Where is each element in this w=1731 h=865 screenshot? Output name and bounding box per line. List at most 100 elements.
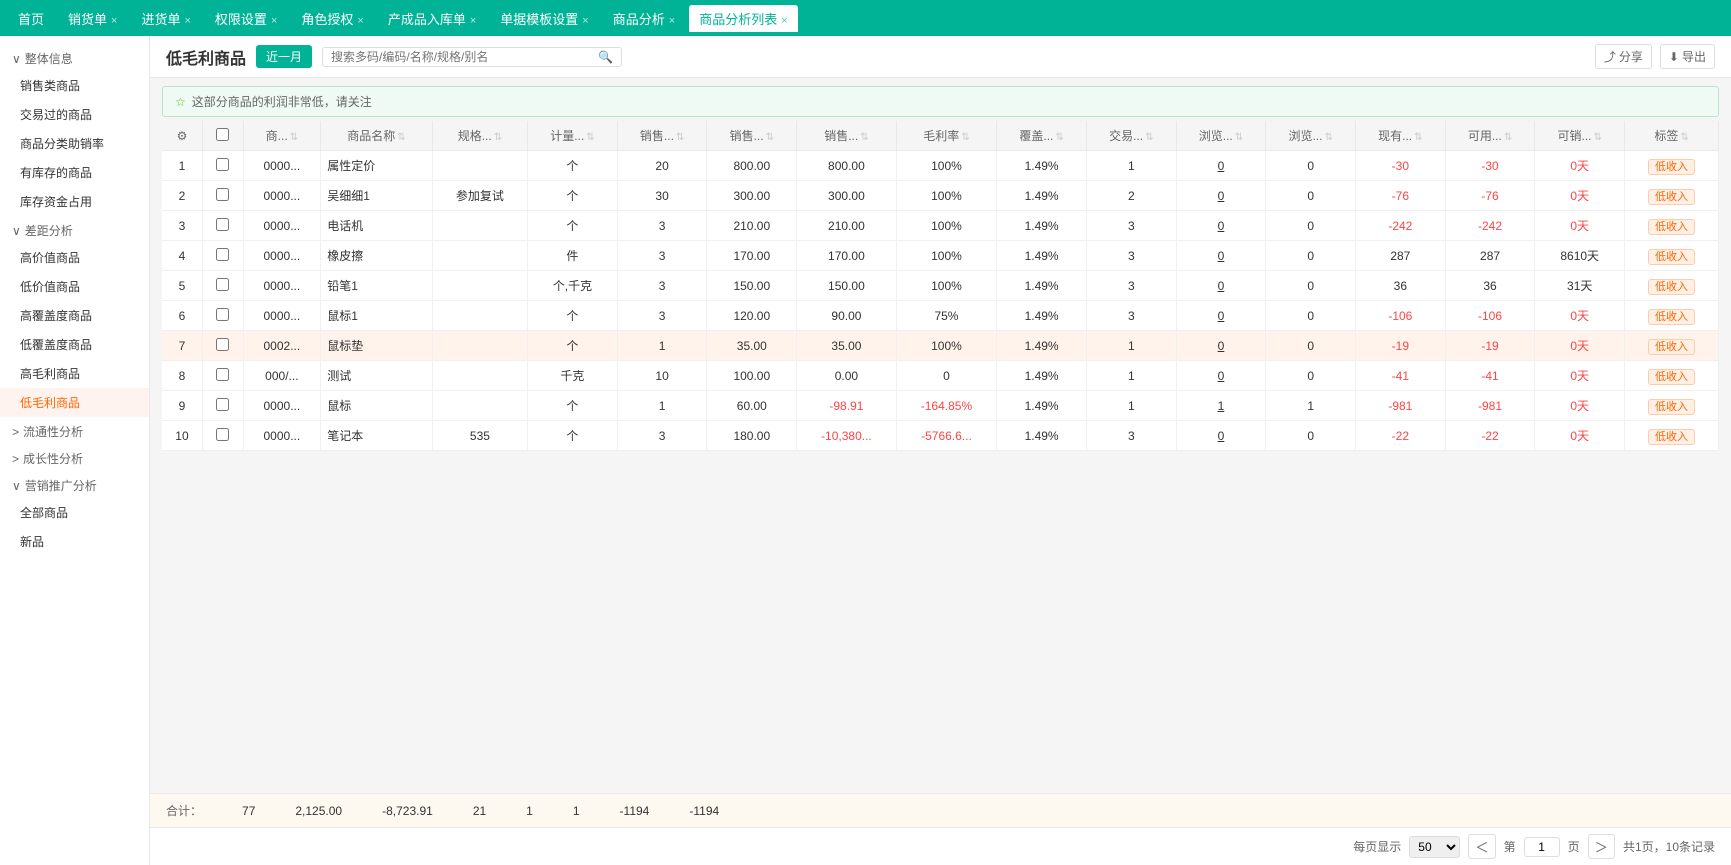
nav-close-icon[interactable]: ×	[582, 15, 588, 27]
footer-values: 77 2,125.00 -8,723.91 21 1 1 -1194 -1194	[242, 804, 719, 818]
sidebar-item-商品分类助销率[interactable]: 商品分类助销率	[0, 129, 149, 158]
tag-badge: 低收入	[1648, 369, 1695, 385]
col-header-view1[interactable]: 浏览...⇅	[1176, 121, 1266, 151]
row-unit: 个	[528, 391, 618, 421]
sidebar-item-高覆盖度商品[interactable]: 高覆盖度商品	[0, 301, 149, 330]
sidebar-group-差距分析[interactable]: ∨ 差距分析	[0, 216, 149, 243]
export-btn[interactable]: ⬇ 导出	[1660, 44, 1715, 69]
sidebar-item-交易过的商品[interactable]: 交易过的商品	[0, 100, 149, 129]
nav-close-icon[interactable]: ×	[271, 15, 277, 27]
sidebar-group-流通性分析[interactable]: > 流通性分析	[0, 417, 149, 444]
col-header-gross_margin[interactable]: 毛利率⇅	[896, 121, 997, 151]
row-code: 0000...	[243, 151, 321, 181]
col-header-current_stock[interactable]: 现有...⇅	[1356, 121, 1446, 151]
row-current-stock: -106	[1356, 301, 1446, 331]
col-header-coverage[interactable]: 覆盖...⇅	[997, 121, 1087, 151]
row-name: 铅笔1	[321, 271, 433, 301]
row-checkbox[interactable]	[216, 308, 229, 321]
share-btn[interactable]: ⤴ 分享	[1595, 44, 1652, 69]
row-checkbox[interactable]	[216, 188, 229, 201]
row-checkbox-cell	[202, 271, 243, 301]
sidebar-group-整体信息[interactable]: ∨ 整体信息	[0, 44, 149, 71]
col-header-name[interactable]: 商品名称⇅	[321, 121, 433, 151]
col-header-settings[interactable]: ⚙	[162, 121, 202, 151]
sidebar-item-高毛利商品[interactable]: 高毛利商品	[0, 359, 149, 388]
col-header-unit[interactable]: 计量...⇅	[528, 121, 618, 151]
search-icon[interactable]: 🔍	[598, 50, 613, 64]
col-header-tag[interactable]: 标签⇅	[1625, 121, 1719, 151]
col-header-checkbox[interactable]	[202, 121, 243, 151]
nav-close-icon[interactable]: ×	[470, 15, 476, 27]
row-checkbox[interactable]	[216, 248, 229, 261]
nav-item-单据模板设置[interactable]: 单据模板设置×	[490, 5, 598, 32]
row-checkbox[interactable]	[216, 158, 229, 171]
view1-link[interactable]: 0	[1218, 189, 1225, 203]
nav-item-商品分析列表[interactable]: 商品分析列表×	[689, 5, 797, 32]
col-header-sale_qty[interactable]: 销售...⇅	[617, 121, 707, 151]
select-all-checkbox[interactable]	[216, 128, 229, 141]
nav-close-icon[interactable]: ×	[357, 15, 363, 27]
sidebar-item-全部商品[interactable]: 全部商品	[0, 498, 149, 527]
nav-close-icon[interactable]: ×	[184, 15, 190, 27]
row-checkbox[interactable]	[216, 428, 229, 441]
col-header-code[interactable]: 商...⇅	[243, 121, 321, 151]
nav-close-icon[interactable]: ×	[781, 15, 787, 27]
table-container[interactable]: ⚙商...⇅商品名称⇅规格...⇅计量...⇅销售...⇅销售...⇅销售...…	[150, 121, 1731, 793]
col-header-trade_count[interactable]: 交易...⇅	[1086, 121, 1176, 151]
row-coverage: 1.49%	[997, 271, 1087, 301]
sidebar-item-销售类商品[interactable]: 销售类商品	[0, 71, 149, 100]
view1-link[interactable]: 1	[1218, 399, 1225, 413]
sidebar-item-低价值商品[interactable]: 低价值商品	[0, 272, 149, 301]
view1-link[interactable]: 0	[1218, 279, 1225, 293]
view1-link[interactable]: 0	[1218, 429, 1225, 443]
filter-recent-month-btn[interactable]: 近一月	[256, 45, 312, 68]
row-checkbox[interactable]	[216, 398, 229, 411]
sidebar-item-库存资金占用[interactable]: 库存资金占用	[0, 187, 149, 216]
sidebar-item-新品[interactable]: 新品	[0, 527, 149, 556]
view1-link[interactable]: 0	[1218, 339, 1225, 353]
col-header-view2[interactable]: 浏览...⇅	[1266, 121, 1356, 151]
sidebar-group-营销推广分析[interactable]: ∨ 营销推广分析	[0, 471, 149, 498]
sidebar-item-有库存的商品[interactable]: 有库存的商品	[0, 158, 149, 187]
search-input[interactable]	[331, 50, 598, 64]
sidebar-item-高价值商品[interactable]: 高价值商品	[0, 243, 149, 272]
row-checkbox[interactable]	[216, 338, 229, 351]
row-unit: 个	[528, 421, 618, 451]
nav-item-进货单[interactable]: 进货单×	[131, 5, 200, 32]
view1-link[interactable]: 0	[1218, 159, 1225, 173]
next-page-btn[interactable]: ＞	[1588, 834, 1615, 859]
row-no: 1	[162, 151, 202, 181]
col-header-spec[interactable]: 规格...⇅	[432, 121, 527, 151]
nav-item-销货单[interactable]: 销货单×	[58, 5, 127, 32]
nav-item-权限设置[interactable]: 权限设置×	[205, 5, 287, 32]
nav-item-首页[interactable]: 首页	[8, 5, 54, 32]
view1-link[interactable]: 0	[1218, 369, 1225, 383]
col-header-available_stock[interactable]: 可用...⇅	[1445, 121, 1535, 151]
row-tag: 低收入	[1625, 301, 1719, 331]
row-gross-margin: 100%	[896, 151, 997, 181]
current-page-input[interactable]	[1524, 837, 1560, 857]
row-checkbox[interactable]	[216, 368, 229, 381]
col-header-sale_price[interactable]: 销售...⇅	[707, 121, 797, 151]
nav-close-icon[interactable]: ×	[111, 15, 117, 27]
sidebar-group-成长性分析[interactable]: > 成长性分析	[0, 444, 149, 471]
col-header-sale_amount[interactable]: 销售...⇅	[797, 121, 897, 151]
nav-close-icon[interactable]: ×	[669, 15, 675, 27]
view1-link[interactable]: 0	[1218, 219, 1225, 233]
nav-item-商品分析[interactable]: 商品分析×	[603, 5, 685, 32]
page-size-select[interactable]: 50 20 100	[1409, 836, 1460, 858]
prev-page-btn[interactable]: ＜	[1468, 834, 1495, 859]
nav-item-产成品入库单[interactable]: 产成品入库单×	[378, 5, 486, 32]
nav-item-角色授权[interactable]: 角色授权×	[291, 5, 373, 32]
footer-sale-amount: -8,723.91	[382, 804, 433, 818]
row-checkbox[interactable]	[216, 278, 229, 291]
settings-icon[interactable]: ⚙	[177, 129, 188, 143]
sidebar-item-低毛利商品[interactable]: 低毛利商品	[0, 388, 149, 417]
row-sellable-days: 31天	[1535, 271, 1625, 301]
chevron-icon: ∨	[12, 52, 21, 66]
view1-link[interactable]: 0	[1218, 309, 1225, 323]
col-header-sellable_days[interactable]: 可销...⇅	[1535, 121, 1625, 151]
view1-link[interactable]: 0	[1218, 249, 1225, 263]
sidebar-item-低覆盖度商品[interactable]: 低覆盖度商品	[0, 330, 149, 359]
row-checkbox[interactable]	[216, 218, 229, 231]
